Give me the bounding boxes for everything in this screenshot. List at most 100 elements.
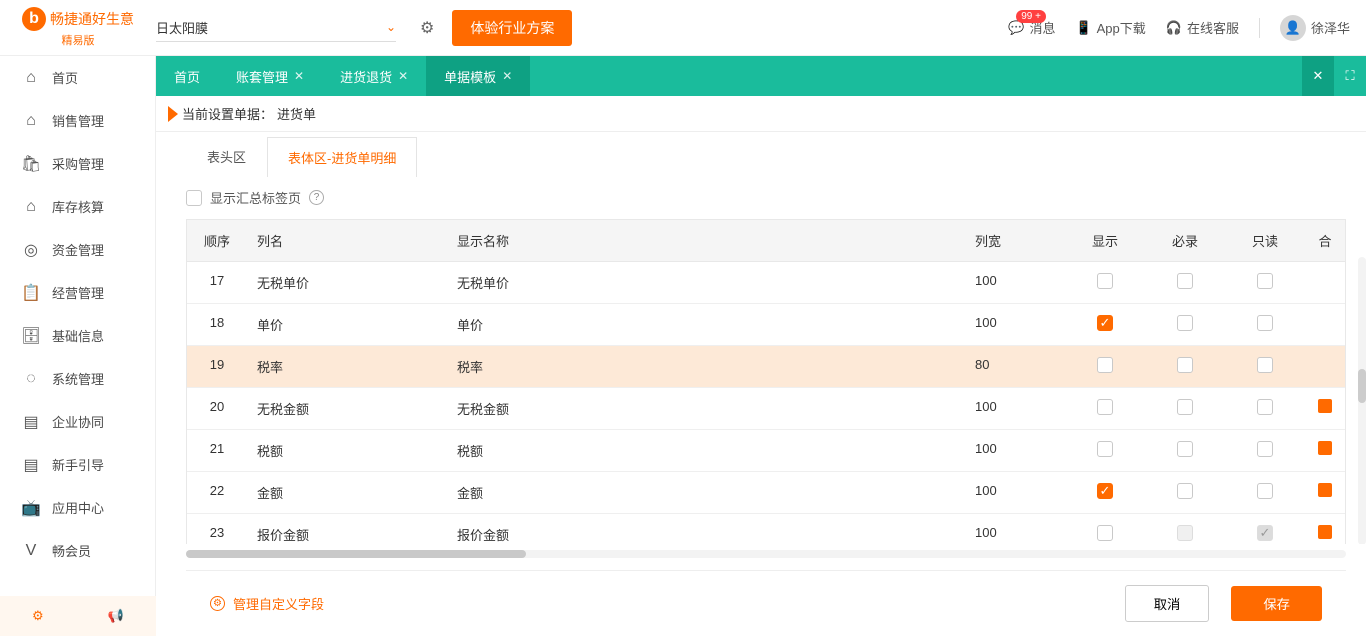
cell-display[interactable]: 单价: [447, 304, 965, 345]
close-icon[interactable]: ✕: [294, 69, 304, 83]
sidebar-item-6[interactable]: 🗄基础信息: [0, 314, 155, 357]
total-handle[interactable]: [1318, 399, 1332, 413]
support-link[interactable]: 🎧 在线客服: [1166, 18, 1239, 37]
subheader-doc: 进货单: [277, 104, 316, 123]
cell-seq: 19: [187, 346, 247, 387]
checkbox[interactable]: [1177, 483, 1193, 499]
close-icon[interactable]: ✕: [502, 69, 512, 83]
cell-width[interactable]: 100: [965, 304, 1065, 345]
user-menu[interactable]: 👤 徐泽华: [1280, 15, 1350, 41]
sidebar-item-label: 库存核算: [52, 197, 104, 216]
sidebar-item-5[interactable]: 📋经营管理: [0, 271, 155, 314]
checkbox[interactable]: [1097, 399, 1113, 415]
sidebar-item-10[interactable]: 📺应用中心: [0, 486, 155, 529]
cell-width[interactable]: 100: [965, 262, 1065, 303]
cell-required: [1145, 304, 1225, 345]
checkbox[interactable]: [1177, 315, 1193, 331]
cell-width[interactable]: 100: [965, 388, 1065, 429]
checkbox[interactable]: [1097, 273, 1113, 289]
cell-width[interactable]: 100: [965, 472, 1065, 513]
gear-icon[interactable]: ⚙: [32, 608, 44, 624]
content-tab-0[interactable]: 表头区: [186, 136, 267, 176]
help-icon[interactable]: ?: [309, 190, 324, 205]
app-download-link[interactable]: 📱 App下载: [1075, 18, 1145, 37]
sidebar-item-3[interactable]: ⌂库存核算: [0, 185, 155, 228]
sync-icon: ◌: [22, 370, 40, 388]
fullscreen-button[interactable]: ⛶: [1334, 56, 1366, 96]
checkbox[interactable]: [1097, 441, 1113, 457]
sidebar-item-9[interactable]: ▤ 新手引导: [0, 443, 155, 486]
sidebar-item-7[interactable]: ◌系统管理: [0, 357, 155, 400]
cell-display[interactable]: 金额: [447, 472, 965, 513]
checkbox[interactable]: ✓: [1097, 483, 1113, 499]
checkbox[interactable]: [1257, 399, 1273, 415]
cell-required: [1145, 388, 1225, 429]
checkbox[interactable]: [1177, 357, 1193, 373]
checkbox[interactable]: [1257, 483, 1273, 499]
sidebar-item-1[interactable]: ⌂销售管理: [0, 99, 155, 142]
manage-custom-fields-link[interactable]: 管理自定义字段: [233, 594, 324, 613]
table-row: 22金额金额100✓: [187, 472, 1345, 514]
scroll-thumb[interactable]: [186, 550, 526, 558]
cell-total: [1305, 388, 1345, 429]
phone-icon: 📱: [1075, 20, 1091, 36]
save-button[interactable]: 保存: [1231, 586, 1322, 621]
cell-display[interactable]: 无税单价: [447, 262, 965, 303]
cell-width[interactable]: 80: [965, 346, 1065, 387]
total-handle[interactable]: [1318, 441, 1332, 455]
app-selector[interactable]: 日太阳膜 ⌄: [156, 14, 396, 42]
vertical-scrollbar[interactable]: [1358, 257, 1366, 544]
cell-display[interactable]: 报价金额: [447, 514, 965, 544]
total-handle[interactable]: [1318, 525, 1332, 539]
close-tab-button[interactable]: ✕: [1302, 56, 1334, 96]
scroll-thumb[interactable]: [1358, 369, 1366, 403]
checkbox[interactable]: ✓: [1097, 315, 1113, 331]
show-summary-checkbox[interactable]: [186, 190, 202, 206]
support-label: 在线客服: [1187, 18, 1239, 37]
checkbox[interactable]: [1257, 315, 1273, 331]
cell-seq: 18: [187, 304, 247, 345]
announce-icon[interactable]: 📢: [108, 608, 124, 624]
checkbox[interactable]: [1177, 273, 1193, 289]
sidebar-item-8[interactable]: ▤企业协同: [0, 400, 155, 443]
sidebar: ⌂首页⌂销售管理🛍采购管理⌂库存核算◎资金管理📋经营管理🗄基础信息◌系统管理▤企…: [0, 56, 156, 636]
cell-display[interactable]: 无税金额: [447, 388, 965, 429]
cancel-button[interactable]: 取消: [1125, 585, 1210, 622]
checkbox[interactable]: [1177, 399, 1193, 415]
settings-button[interactable]: ⚙: [412, 14, 442, 42]
tab-3[interactable]: 单据模板✕: [426, 56, 530, 96]
sidebar-item-4[interactable]: ◎资金管理: [0, 228, 155, 271]
cell-required: [1145, 514, 1225, 544]
sidebar-item-11[interactable]: V畅会员: [0, 529, 155, 572]
checkbox[interactable]: [1177, 441, 1193, 457]
checkbox[interactable]: [1257, 357, 1273, 373]
close-icon[interactable]: ✕: [398, 69, 408, 83]
cta-button[interactable]: 体验行业方案: [452, 10, 572, 46]
guide-icon: ▤: [22, 456, 40, 474]
total-handle[interactable]: [1318, 483, 1332, 497]
checkbox[interactable]: [1257, 273, 1273, 289]
messages-link[interactable]: 💬 99 + 消息: [1008, 18, 1055, 37]
cell-readonly: [1225, 388, 1305, 429]
sidebar-item-label: 新手引导: [52, 455, 104, 474]
cell-width[interactable]: 100: [965, 514, 1065, 544]
checkbox[interactable]: [1257, 441, 1273, 457]
cell-required: [1145, 346, 1225, 387]
tab-1[interactable]: 账套管理✕: [218, 56, 322, 96]
cell-seq: 23: [187, 514, 247, 544]
tab-2[interactable]: 进货退货✕: [322, 56, 426, 96]
sidebar-item-label: 采购管理: [52, 154, 104, 173]
sidebar-item-2[interactable]: 🛍采购管理: [0, 142, 155, 185]
checkbox[interactable]: [1097, 525, 1113, 541]
cell-display[interactable]: 税率: [447, 346, 965, 387]
cell-width[interactable]: 100: [965, 430, 1065, 471]
cell-readonly: [1225, 430, 1305, 471]
horizontal-scrollbar[interactable]: [186, 550, 1346, 558]
tab-0[interactable]: 首页: [156, 56, 218, 96]
content-tab-1[interactable]: 表体区-进货单明细: [267, 137, 417, 177]
sidebar-item-0[interactable]: ⌂首页: [0, 56, 155, 99]
checkbox[interactable]: [1097, 357, 1113, 373]
cell-display[interactable]: 税额: [447, 430, 965, 471]
cell-total: [1305, 472, 1345, 513]
logo-text: 畅捷通好生意: [50, 9, 134, 29]
